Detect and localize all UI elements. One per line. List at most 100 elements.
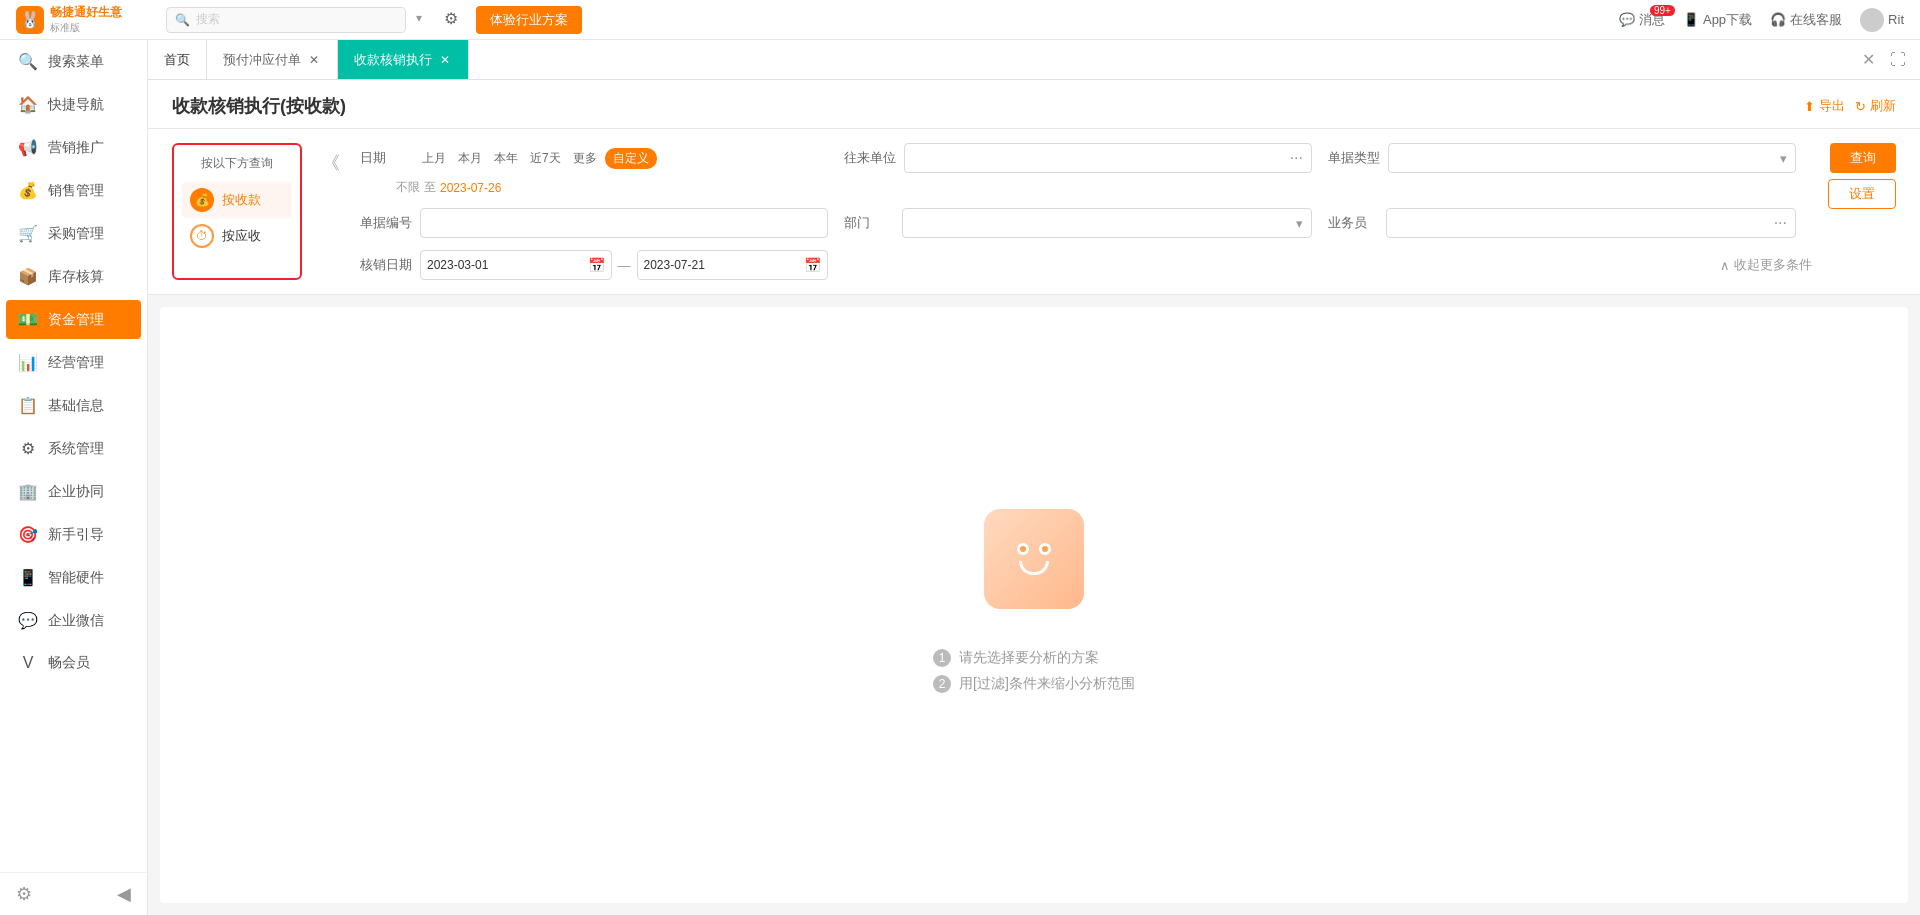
docno-label: 单据编号 <box>360 214 412 232</box>
date-btn-7days[interactable]: 近7天 <box>526 148 565 169</box>
sidebar-item-vip[interactable]: V 畅会员 <box>0 642 147 684</box>
filter-cell-date: 日期 上月 本月 本年 近7天 更多 自定义 <box>360 148 844 169</box>
collapse-more-icon: ∧ <box>1720 258 1730 273</box>
sidebar-item-hardware[interactable]: 📱 智能硬件 <box>0 556 147 599</box>
sidebar-item-quicknav[interactable]: 🏠 快捷导航 <box>0 83 147 126</box>
doctype-select[interactable]: ▾ <box>1388 143 1796 173</box>
collapse-more-label: 收起更多条件 <box>1734 256 1812 274</box>
sidebar-label-vip: 畅会员 <box>48 654 90 672</box>
calendar-end-icon: 📅 <box>804 257 821 273</box>
query-button[interactable]: 查询 <box>1830 143 1896 173</box>
sidebar-label-enterprise: 企业协同 <box>48 483 104 501</box>
staff-input[interactable]: ··· <box>1386 208 1796 238</box>
sidebar-item-operation[interactable]: 📊 经营管理 <box>0 341 147 384</box>
brand-name: 畅捷通好生意 <box>50 4 122 21</box>
robot-mouth <box>1019 561 1049 575</box>
date-btn-thismonth[interactable]: 本月 <box>454 148 486 169</box>
refresh-label: 刷新 <box>1870 97 1896 115</box>
sidebar-item-system[interactable]: ⚙ 系统管理 <box>0 427 147 470</box>
sales-icon: 💰 <box>18 181 38 200</box>
robot-eyes <box>1017 543 1051 555</box>
tab-receipt-label: 收款核销执行 <box>354 51 432 69</box>
tab-bar: 首页 预付冲应付单 ✕ 收款核销执行 ✕ ✕ ⛶ <box>148 40 1920 80</box>
tab-prepay-close[interactable]: ✕ <box>307 53 321 67</box>
export-button[interactable]: ⬆ 导出 <box>1804 97 1845 115</box>
dropdown-icon[interactable]: ▾ <box>416 11 434 29</box>
purchase-icon: 🛒 <box>18 224 38 243</box>
hint-num-1: 1 <box>933 649 951 667</box>
filter-cell-dept: 部门 ▾ <box>844 208 1328 238</box>
counterpart-input[interactable]: ··· <box>904 143 1312 173</box>
verify-date-end-field[interactable]: 2023-07-21 📅 <box>637 250 829 280</box>
sidebar-collapse-icon[interactable]: ◀ <box>117 883 131 905</box>
tab-fullscreen-button[interactable]: ⛶ <box>1884 46 1912 74</box>
guide-icon: 🎯 <box>18 525 38 544</box>
username: Rit <box>1888 12 1904 27</box>
counterpart-icon: ··· <box>1290 149 1303 167</box>
hint-num-2: 2 <box>933 675 951 693</box>
date-btn-custom[interactable]: 自定义 <box>605 148 657 169</box>
brand: 🐰 畅捷通好生意 标准版 <box>16 4 156 35</box>
sidebar-item-enterprise[interactable]: 🏢 企业协同 <box>0 470 147 513</box>
date-btn-lastmonth[interactable]: 上月 <box>418 148 450 169</box>
wechat-icon: 💬 <box>18 611 38 630</box>
page-header-actions: ⬆ 导出 ↻ 刷新 <box>1804 97 1896 115</box>
robot-eye-right <box>1039 543 1051 555</box>
hint-text-1: 请先选择要分析的方案 <box>959 649 1099 667</box>
date-to: 至 <box>424 179 436 196</box>
tab-home[interactable]: 首页 <box>148 40 207 79</box>
online-service-button[interactable]: 🎧 在线客服 <box>1770 11 1842 29</box>
docno-input[interactable] <box>420 208 828 238</box>
message-button[interactable]: 💬 消息 99+ <box>1619 11 1665 29</box>
counterpart-label: 往来单位 <box>844 149 896 167</box>
filter-receivable-label: 按应收 <box>222 227 261 245</box>
date-range-separator: — <box>618 258 631 273</box>
settings-icon[interactable]: ⚙ <box>444 9 466 31</box>
sidebar-item-sales[interactable]: 💰 销售管理 <box>0 169 147 212</box>
filter-option-by-receipt[interactable]: 💰 按收款 <box>182 182 292 218</box>
sidebar-item-search[interactable]: 🔍 搜索菜单 <box>0 40 147 83</box>
collapse-more-cell: ∧ 收起更多条件 <box>844 256 1812 274</box>
sidebar-label-purchase: 采购管理 <box>48 225 104 243</box>
filter-row-2: 单据编号 部门 ▾ 业务员 <box>360 208 1812 238</box>
date-btn-thisyear[interactable]: 本年 <box>490 148 522 169</box>
sidebar-label-search: 搜索菜单 <box>48 53 104 71</box>
dept-dropdown-icon: ▾ <box>1296 216 1303 231</box>
search-icon: 🔍 <box>18 52 38 71</box>
tab-bar-actions: ✕ ⛶ <box>1854 46 1920 74</box>
sidebar-bottom: ⚙ ◀ <box>0 872 147 915</box>
sidebar-label-basic: 基础信息 <box>48 397 104 415</box>
home-icon: 🏠 <box>18 95 38 114</box>
sidebar-item-purchase[interactable]: 🛒 采购管理 <box>0 212 147 255</box>
refresh-button[interactable]: ↻ 刷新 <box>1855 97 1896 115</box>
sidebar-item-basic[interactable]: 📋 基础信息 <box>0 384 147 427</box>
collapse-more-button[interactable]: ∧ 收起更多条件 <box>1720 256 1812 274</box>
sidebar: 🔍 搜索菜单 🏠 快捷导航 📢 营销推广 💰 销售管理 🛒 采购管理 📦 库存核… <box>0 40 148 915</box>
sidebar-item-inventory[interactable]: 📦 库存核算 <box>0 255 147 298</box>
sidebar-item-guide[interactable]: 🎯 新手引导 <box>0 513 147 556</box>
verify-date-start-field[interactable]: 2023-03-01 📅 <box>420 250 612 280</box>
filter-option-by-receivable[interactable]: ⏱ 按应收 <box>182 218 292 254</box>
tab-close-all-button[interactable]: ✕ <box>1854 46 1882 74</box>
dept-select[interactable]: ▾ <box>902 208 1312 238</box>
solution-button[interactable]: 体验行业方案 <box>476 6 582 34</box>
doctype-label: 单据类型 <box>1328 149 1380 167</box>
sidebar-item-marketing[interactable]: 📢 营销推广 <box>0 126 147 169</box>
date-btn-more[interactable]: 更多 <box>569 148 601 169</box>
app-download-button[interactable]: 📱 App下载 <box>1683 11 1752 29</box>
tab-prepay[interactable]: 预付冲应付单 ✕ <box>207 40 338 79</box>
doctype-dropdown-icon: ▾ <box>1780 151 1787 166</box>
main-layout: 🔍 搜索菜单 🏠 快捷导航 📢 营销推广 💰 销售管理 🛒 采购管理 📦 库存核… <box>0 40 1920 915</box>
sidebar-item-wechat[interactable]: 💬 企业微信 <box>0 599 147 642</box>
sidebar-label-guide: 新手引导 <box>48 526 104 544</box>
setting-button[interactable]: 设置 <box>1828 179 1896 209</box>
filter-collapse-button[interactable]: 《 <box>318 151 344 175</box>
sidebar-settings-icon[interactable]: ⚙ <box>16 883 32 905</box>
user-menu[interactable]: Rit <box>1860 8 1904 32</box>
search-bar[interactable]: 🔍 搜索 <box>166 7 406 33</box>
tab-receipt-close[interactable]: ✕ <box>438 53 452 67</box>
sidebar-item-finance[interactable]: 💵 资金管理 <box>6 300 141 339</box>
filter-panel: 按以下方查询 💰 按收款 ⏱ 按应收 《 日期 <box>148 129 1920 295</box>
date-label: 日期 <box>360 149 410 167</box>
tab-receipt[interactable]: 收款核销执行 ✕ <box>338 40 469 79</box>
